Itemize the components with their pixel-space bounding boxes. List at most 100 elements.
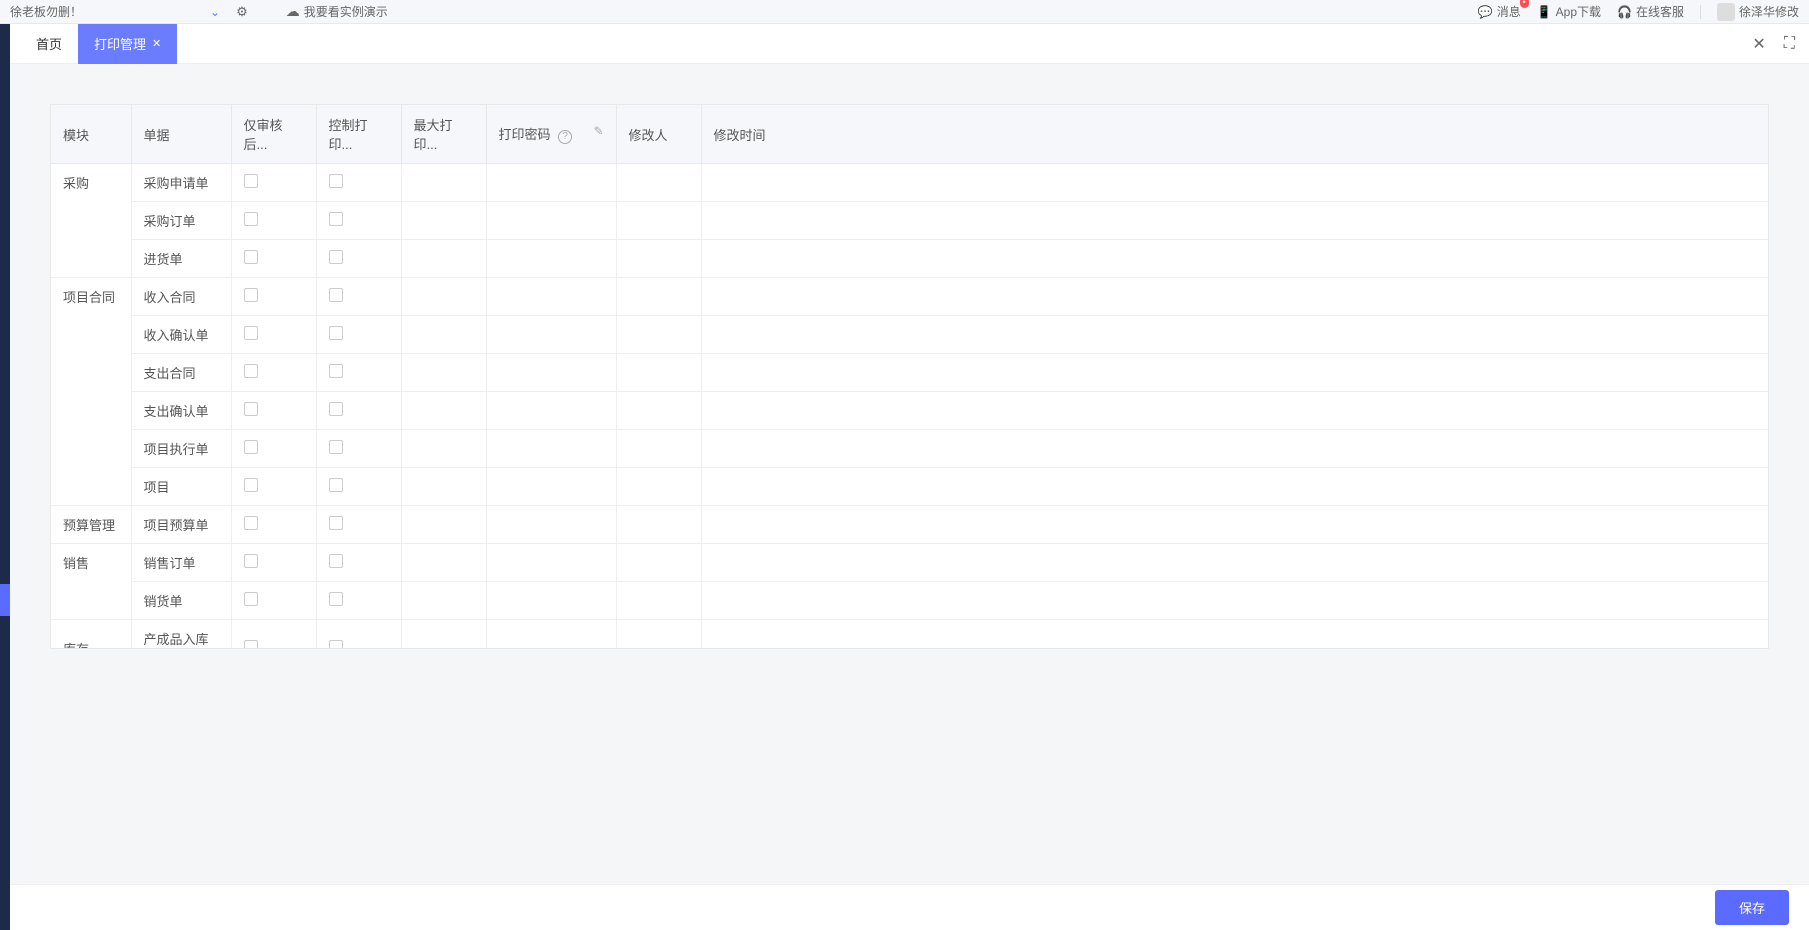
checkbox[interactable]	[329, 592, 343, 606]
user-name: 徐泽华修改	[1739, 3, 1799, 20]
cell-after-audit	[231, 620, 316, 650]
cell-modifier	[616, 506, 701, 544]
phone-icon: 📱	[1537, 5, 1552, 19]
customer-service-link[interactable]: 🎧 在线客服	[1617, 3, 1684, 20]
cell-module: 项目合同	[51, 278, 131, 316]
org-dropdown-label[interactable]: 徐老板勿删！	[10, 3, 82, 20]
cell-modifier	[616, 430, 701, 468]
checkbox[interactable]	[244, 640, 258, 650]
table-container[interactable]: 模块 单据 仅审核后... 控制打印... 最大打印... 打印密码 ? ✎ 修…	[50, 104, 1769, 649]
save-button[interactable]: 保存	[1715, 890, 1789, 925]
cell-control-print	[316, 506, 401, 544]
cell-control-print	[316, 544, 401, 582]
cell-control-print	[316, 582, 401, 620]
checkbox[interactable]	[244, 174, 258, 188]
cell-modify-time	[701, 582, 1768, 620]
chevron-down-icon[interactable]: ⌄	[210, 5, 220, 19]
table-row: 销售销售订单	[51, 544, 1768, 582]
checkbox[interactable]	[244, 250, 258, 264]
cell-modifier	[616, 278, 701, 316]
checkbox[interactable]	[244, 402, 258, 416]
topbar-right: 💬 消息 • 📱 App下载 🎧 在线客服 徐泽华修改	[1478, 3, 1799, 21]
fullscreen-icon[interactable]: ⛶	[1780, 31, 1799, 57]
checkbox[interactable]	[329, 174, 343, 188]
content-area: 模块 单据 仅审核后... 控制打印... 最大打印... 打印密码 ? ✎ 修…	[10, 64, 1809, 930]
demo-link[interactable]: ☁ 我要看实例演示	[286, 3, 388, 20]
checkbox[interactable]	[244, 478, 258, 492]
cell-modifier	[616, 164, 701, 202]
checkbox[interactable]	[329, 402, 343, 416]
messages-label: 消息	[1497, 3, 1521, 20]
col-module: 模块	[51, 105, 131, 164]
table-row: 库存产成品入库单	[51, 620, 1768, 650]
messages-link[interactable]: 💬 消息 •	[1478, 3, 1521, 20]
checkbox[interactable]	[329, 640, 343, 650]
table-row: 预算管理项目预算单	[51, 506, 1768, 544]
sidebar-strip	[0, 24, 10, 930]
col-modify-time: 修改时间	[701, 105, 1768, 164]
cell-modifier	[616, 620, 701, 650]
top-bar: 徐老板勿删！ ⌄ ⚙ ☁ 我要看实例演示 💬 消息 • 📱 App下载 🎧 在线…	[0, 0, 1809, 24]
cell-print-password	[486, 202, 616, 240]
tab-print-label: 打印管理	[94, 34, 146, 53]
cell-modify-time	[701, 620, 1768, 650]
tab-print-management[interactable]: 打印管理 ✕	[78, 24, 177, 64]
table-row: 采购订单	[51, 202, 1768, 240]
cell-modifier	[616, 202, 701, 240]
checkbox[interactable]	[329, 250, 343, 264]
col-print-password-label: 打印密码	[499, 127, 551, 142]
checkbox[interactable]	[244, 212, 258, 226]
checkbox[interactable]	[244, 440, 258, 454]
cell-module	[51, 468, 131, 506]
col-max-print: 最大打印...	[401, 105, 486, 164]
tab-bar: 首页 打印管理 ✕ ✕ ⛶	[10, 24, 1809, 64]
cell-document: 项目执行单	[131, 430, 231, 468]
cell-modifier	[616, 582, 701, 620]
user-menu[interactable]: 徐泽华修改	[1717, 3, 1799, 21]
cell-document: 收入合同	[131, 278, 231, 316]
tab-home[interactable]: 首页	[20, 24, 78, 64]
checkbox[interactable]	[329, 478, 343, 492]
checkbox[interactable]	[329, 212, 343, 226]
checkbox[interactable]	[244, 326, 258, 340]
edit-icon[interactable]: ✎	[593, 124, 603, 138]
app-download-link[interactable]: 📱 App下载	[1537, 3, 1601, 20]
tab-home-label: 首页	[36, 34, 62, 53]
cell-document: 采购申请单	[131, 164, 231, 202]
checkbox[interactable]	[329, 516, 343, 530]
cell-max-print	[401, 468, 486, 506]
message-icon: 💬	[1478, 5, 1493, 19]
cell-max-print	[401, 164, 486, 202]
checkbox[interactable]	[329, 364, 343, 378]
checkbox[interactable]	[244, 592, 258, 606]
cell-after-audit	[231, 430, 316, 468]
close-icon[interactable]: ✕	[152, 37, 161, 50]
cell-print-password	[486, 354, 616, 392]
table-row: 项目执行单	[51, 430, 1768, 468]
cell-modifier	[616, 544, 701, 582]
checkbox[interactable]	[329, 288, 343, 302]
help-icon[interactable]: ?	[558, 130, 572, 144]
checkbox[interactable]	[329, 440, 343, 454]
checkbox[interactable]	[244, 364, 258, 378]
checkbox[interactable]	[244, 554, 258, 568]
cell-max-print	[401, 316, 486, 354]
cell-print-password	[486, 468, 616, 506]
table-row: 采购采购申请单	[51, 164, 1768, 202]
cell-control-print	[316, 430, 401, 468]
cell-after-audit	[231, 392, 316, 430]
main-area: 首页 打印管理 ✕ ✕ ⛶ 模块 单据 仅审核后...	[10, 24, 1809, 930]
cell-print-password	[486, 582, 616, 620]
cell-modify-time	[701, 278, 1768, 316]
close-all-icon[interactable]: ✕	[1748, 30, 1769, 58]
cell-control-print	[316, 202, 401, 240]
checkbox[interactable]	[329, 326, 343, 340]
cell-max-print	[401, 430, 486, 468]
checkbox[interactable]	[244, 288, 258, 302]
checkbox[interactable]	[244, 516, 258, 530]
checkbox[interactable]	[329, 554, 343, 568]
cell-document: 销货单	[131, 582, 231, 620]
cell-document: 项目	[131, 468, 231, 506]
gear-icon[interactable]: ⚙	[236, 4, 248, 20]
cell-module: 库存	[51, 620, 131, 650]
